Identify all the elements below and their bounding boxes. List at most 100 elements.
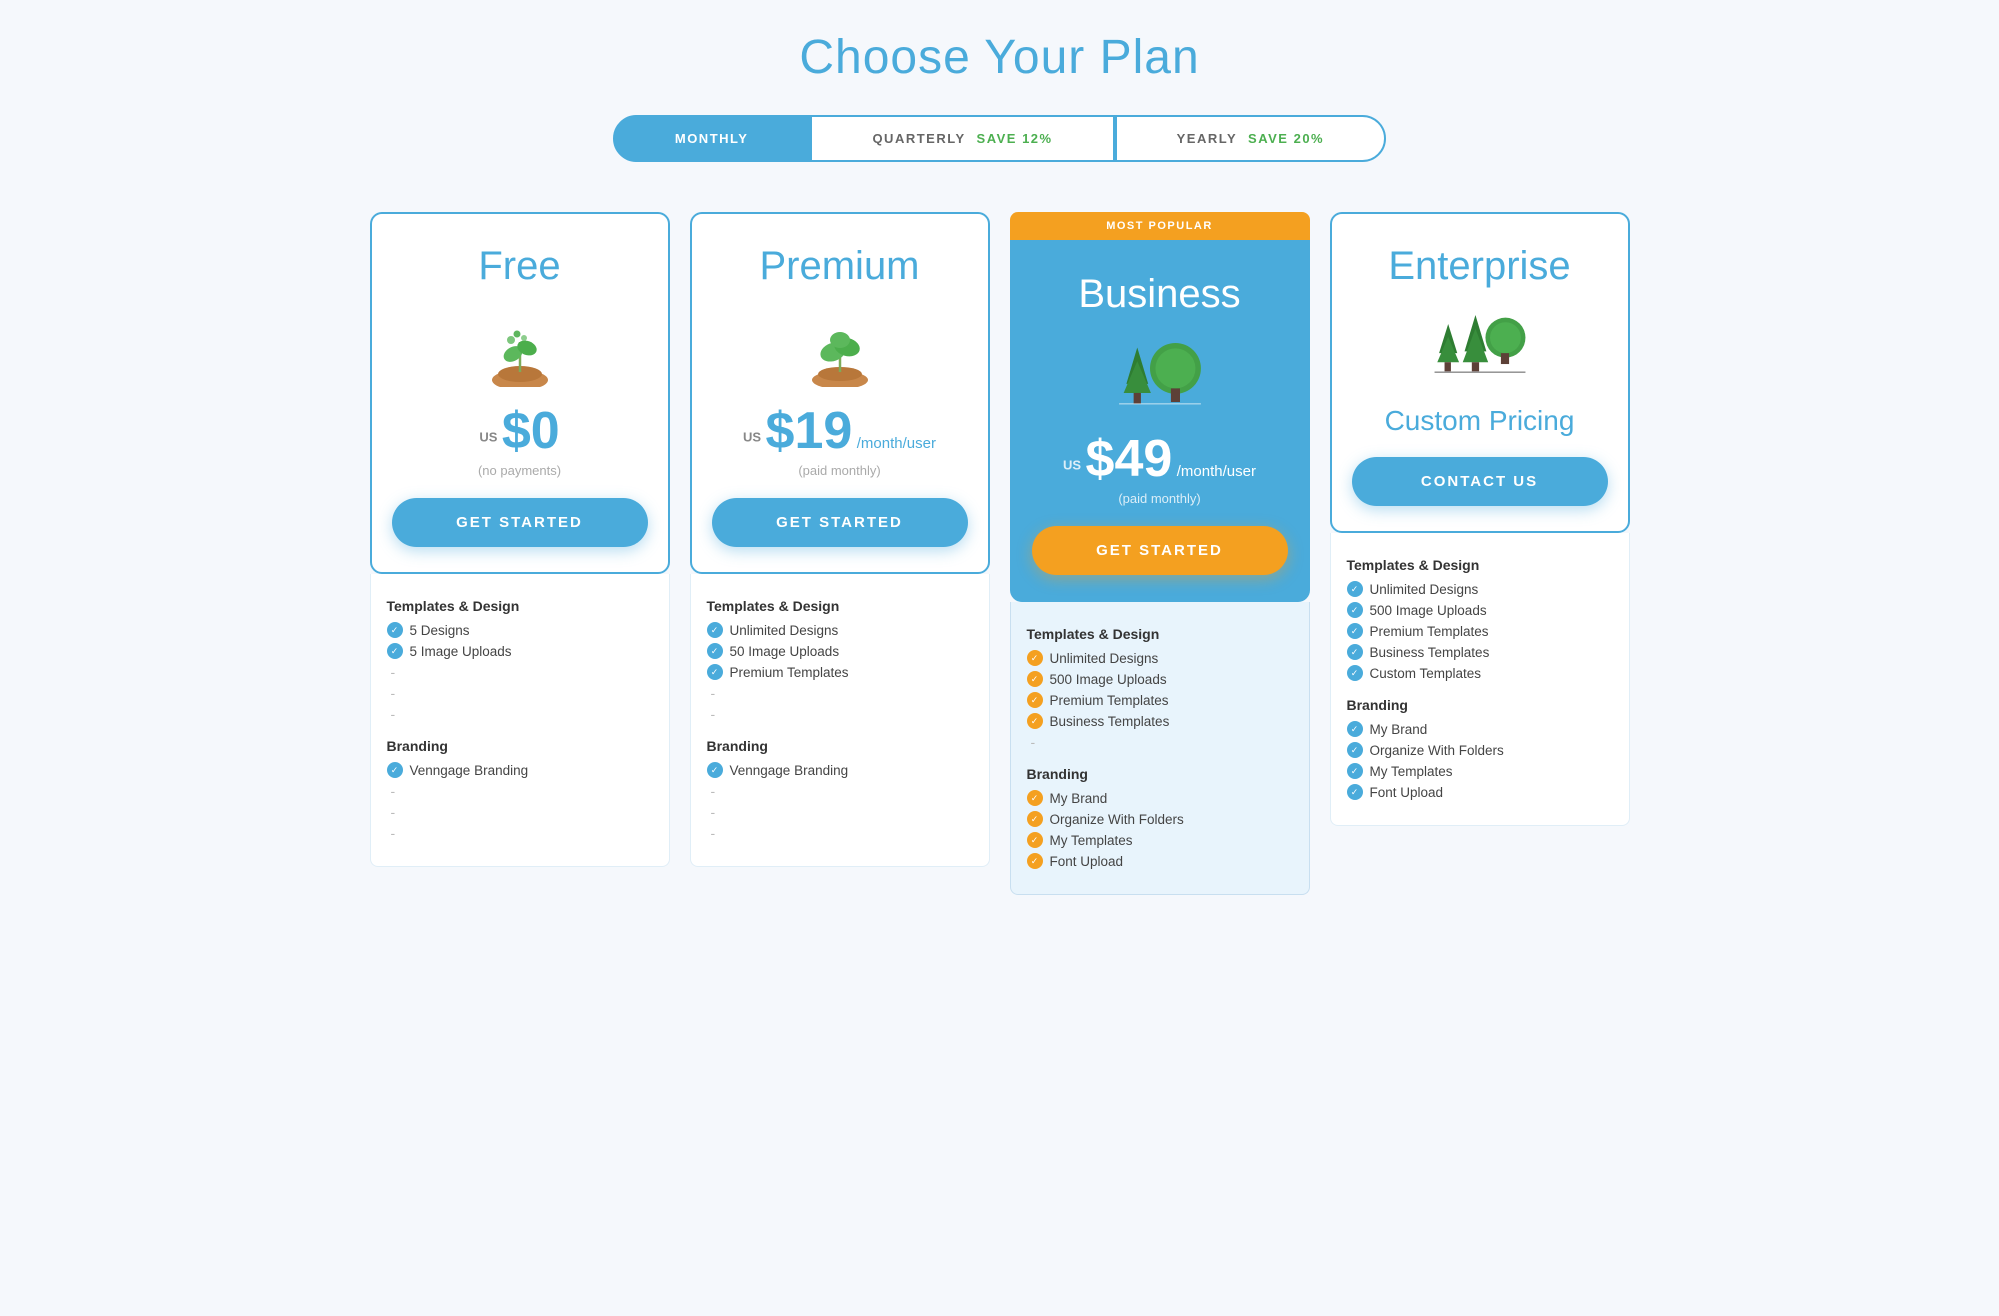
business-feature-1: ✓ Unlimited Designs xyxy=(1027,650,1293,666)
enterprise-branding-item-1: My Brand xyxy=(1370,722,1428,737)
business-branding-1: ✓ My Brand xyxy=(1027,790,1293,806)
enterprise-feature-4: ✓ Business Templates xyxy=(1347,644,1613,660)
business-template-item-2: 500 Image Uploads xyxy=(1050,672,1167,687)
enterprise-check-4: ✓ xyxy=(1347,644,1363,660)
enterprise-branding-check-4: ✓ xyxy=(1347,784,1363,800)
enterprise-branding-check-2: ✓ xyxy=(1347,742,1363,758)
business-price-amount: $49 xyxy=(1086,430,1173,488)
free-features: Templates & Design ✓ 5 Designs ✓ 5 Image… xyxy=(370,574,670,867)
business-branding: Branding ✓ My Brand ✓ Organize With Fold… xyxy=(1027,766,1293,869)
business-branding-item-4: Font Upload xyxy=(1050,854,1124,869)
business-dash-1: - xyxy=(1027,734,1293,750)
enterprise-branding-item-4: Font Upload xyxy=(1370,785,1444,800)
business-plan-icon xyxy=(1110,335,1210,415)
premium-price-period: /month/user xyxy=(857,435,936,452)
free-branding-check-1: ✓ xyxy=(387,762,403,778)
yearly-label: YEARLY xyxy=(1177,131,1237,146)
premium-branding-check-1: ✓ xyxy=(707,762,723,778)
business-card: Business US $49 /month/user xyxy=(1010,240,1310,602)
business-check-1: ✓ xyxy=(1027,650,1043,666)
enterprise-plan-name: Enterprise xyxy=(1352,244,1608,289)
premium-dash-2: - xyxy=(707,706,973,722)
enterprise-branding-4: ✓ Font Upload xyxy=(1347,784,1613,800)
plan-free: Free US $0 (no payments) GE xyxy=(370,212,670,867)
premium-feature-2: ✓ 50 Image Uploads xyxy=(707,643,973,659)
business-cta-button[interactable]: GET STARTED xyxy=(1032,526,1288,575)
premium-check-3: ✓ xyxy=(707,664,723,680)
premium-price-us: US xyxy=(743,430,761,445)
free-card: Free US $0 (no payments) GE xyxy=(370,212,670,574)
business-branding-check-4: ✓ xyxy=(1027,853,1043,869)
business-price-period: /month/user xyxy=(1177,463,1256,480)
business-branding-2: ✓ Organize With Folders xyxy=(1027,811,1293,827)
premium-features: Templates & Design ✓ Unlimited Designs ✓… xyxy=(690,574,990,867)
free-template-item-2: 5 Image Uploads xyxy=(410,644,512,659)
enterprise-branding-check-1: ✓ xyxy=(1347,721,1363,737)
business-branding-item-2: Organize With Folders xyxy=(1050,812,1184,827)
enterprise-feature-3: ✓ Premium Templates xyxy=(1347,623,1613,639)
enterprise-template-item-1: Unlimited Designs xyxy=(1370,582,1479,597)
enterprise-plan-icon xyxy=(1430,307,1530,387)
quarterly-tab[interactable]: QUARTERLY SAVE 12% xyxy=(810,115,1114,162)
premium-branding-dash-1: - xyxy=(707,783,973,799)
business-feature-4: ✓ Business Templates xyxy=(1027,713,1293,729)
free-branding-item-1: Venngage Branding xyxy=(410,763,529,778)
free-branding-dash-2: - xyxy=(387,804,653,820)
enterprise-branding-item-2: Organize With Folders xyxy=(1370,743,1504,758)
business-template-item-3: Premium Templates xyxy=(1050,693,1169,708)
enterprise-check-1: ✓ xyxy=(1347,581,1363,597)
free-price-amount: $0 xyxy=(502,402,560,460)
enterprise-template-item-2: 500 Image Uploads xyxy=(1370,603,1487,618)
enterprise-branding-check-3: ✓ xyxy=(1347,763,1363,779)
business-branding-item-1: My Brand xyxy=(1050,791,1108,806)
enterprise-branding-2: ✓ Organize With Folders xyxy=(1347,742,1613,758)
free-plan-icon xyxy=(470,307,570,387)
enterprise-branding: Branding ✓ My Brand ✓ Organize With Fold… xyxy=(1347,697,1613,800)
business-feature-2: ✓ 500 Image Uploads xyxy=(1027,671,1293,687)
premium-branding-dash-3: - xyxy=(707,825,973,841)
business-price-note: (paid monthly) xyxy=(1032,491,1288,506)
plans-container: Free US $0 (no payments) GE xyxy=(300,212,1700,895)
enterprise-check-5: ✓ xyxy=(1347,665,1363,681)
business-branding-check-2: ✓ xyxy=(1027,811,1043,827)
free-branding-title: Branding xyxy=(387,738,653,754)
quarterly-label: QUARTERLY xyxy=(872,131,965,146)
premium-plan-icon xyxy=(790,307,890,387)
free-check-1: ✓ xyxy=(387,622,403,638)
enterprise-branding-1: ✓ My Brand xyxy=(1347,721,1613,737)
enterprise-feature-1: ✓ Unlimited Designs xyxy=(1347,581,1613,597)
business-branding-4: ✓ Font Upload xyxy=(1027,853,1293,869)
enterprise-template-item-4: Business Templates xyxy=(1370,645,1490,660)
enterprise-template-item-5: Custom Templates xyxy=(1370,666,1482,681)
enterprise-template-item-3: Premium Templates xyxy=(1370,624,1489,639)
free-price-note: (no payments) xyxy=(392,463,648,478)
premium-branding-item-1: Venngage Branding xyxy=(730,763,849,778)
enterprise-branding-title: Branding xyxy=(1347,697,1613,713)
free-cta-button[interactable]: GET STARTED xyxy=(392,498,648,547)
free-branding: Branding ✓ Venngage Branding - - - xyxy=(387,738,653,841)
business-branding-3: ✓ My Templates xyxy=(1027,832,1293,848)
premium-price-block: US $19 /month/user xyxy=(712,405,968,457)
yearly-tab[interactable]: YEARLY SAVE 20% xyxy=(1115,115,1387,162)
enterprise-templates-title: Templates & Design xyxy=(1347,557,1613,573)
monthly-tab[interactable]: MONTHLY xyxy=(613,115,811,162)
business-branding-check-3: ✓ xyxy=(1027,832,1043,848)
business-check-3: ✓ xyxy=(1027,692,1043,708)
plan-enterprise: Enterprise xyxy=(1330,212,1630,826)
enterprise-cta-button[interactable]: CONTACT US xyxy=(1352,457,1608,506)
business-feature-3: ✓ Premium Templates xyxy=(1027,692,1293,708)
premium-cta-button[interactable]: GET STARTED xyxy=(712,498,968,547)
premium-feature-3: ✓ Premium Templates xyxy=(707,664,973,680)
premium-branding-1: ✓ Venngage Branding xyxy=(707,762,973,778)
enterprise-check-2: ✓ xyxy=(1347,602,1363,618)
business-check-2: ✓ xyxy=(1027,671,1043,687)
free-template-item-1: 5 Designs xyxy=(410,623,470,638)
enterprise-check-3: ✓ xyxy=(1347,623,1363,639)
free-dash-2: - xyxy=(387,685,653,701)
business-price-block: US $49 /month/user xyxy=(1032,433,1288,485)
free-branding-1: ✓ Venngage Branding xyxy=(387,762,653,778)
free-branding-dash-3: - xyxy=(387,825,653,841)
business-template-item-4: Business Templates xyxy=(1050,714,1170,729)
popular-badge: MOST POPULAR xyxy=(1010,212,1310,240)
plan-business: MOST POPULAR Business US xyxy=(1010,212,1310,895)
